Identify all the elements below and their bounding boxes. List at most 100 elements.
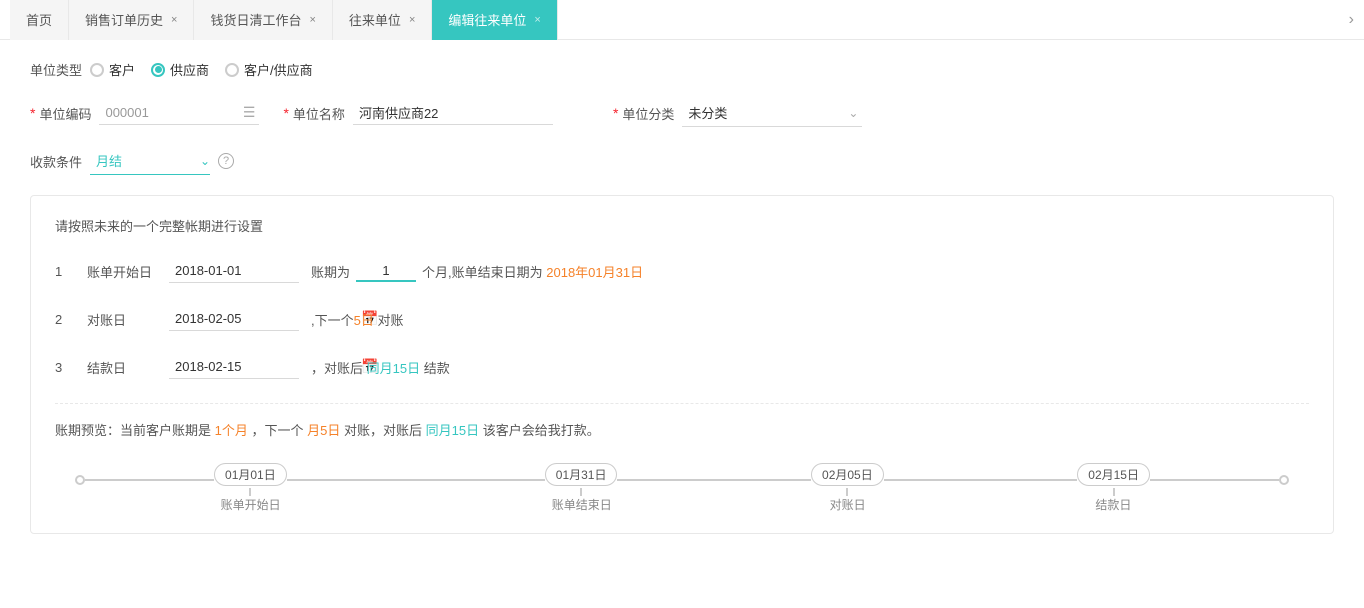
tl-badge-3: 02月05日	[811, 463, 884, 486]
preview-part5: 同月15日	[426, 423, 479, 438]
radio-both[interactable]: 客户/供应商	[225, 60, 313, 79]
tl-label-text-1: 账单开始日	[221, 496, 281, 513]
tab-partner-label: 往来单位	[349, 10, 401, 29]
period-num-3: 3	[55, 360, 75, 375]
period-month-input[interactable]	[356, 261, 416, 282]
radio-customer[interactable]: 客户	[90, 60, 135, 79]
tl-node-4-stem	[1113, 488, 1115, 496]
code-input[interactable]	[99, 101, 238, 124]
period-desc-3a: ，对账后	[311, 358, 367, 377]
tab-home-label: 首页	[26, 10, 52, 29]
tl-node-2: 01月31日	[545, 463, 618, 496]
tab-cash-work-close[interactable]: ×	[309, 14, 315, 26]
preview-part6: 该客户会给我打款。	[483, 423, 600, 438]
tabs-bar: 首页 销售订单历史 × 钱货日清工作台 × 往来单位 × 编辑往来单位 × ›	[0, 0, 1364, 40]
period-desc-3c: 结款	[420, 358, 450, 377]
tl-line-3	[617, 479, 811, 481]
tl-label-4: 结款日	[1078, 496, 1148, 513]
radio-customer-circle	[90, 63, 104, 77]
tab-cash-work-label: 钱货日清工作台	[210, 10, 301, 29]
period-desc-3b: 同月15日	[367, 358, 420, 377]
radio-supplier[interactable]: 供应商	[151, 60, 209, 79]
timeline-labels-row: 账单开始日 账单结束日 对账日 结款日	[55, 496, 1309, 513]
period-label-3: 结款日	[87, 358, 157, 377]
tl-end-dot	[1279, 475, 1289, 485]
tab-edit-partner-close[interactable]: ×	[534, 14, 540, 26]
code-name-category-row: * 单位编码 ☰ * 单位名称 * 单位分类 未分类 ⌄	[30, 99, 1334, 127]
card-header: 请按照未来的一个完整帐期进行设置	[55, 216, 1309, 235]
category-select[interactable]: 未分类 ⌄	[682, 99, 862, 127]
unit-type-radio-group: 客户 供应商 客户/供应商	[90, 60, 313, 79]
code-input-wrap: ☰	[99, 101, 259, 125]
code-copy-icon[interactable]: ☰	[239, 104, 260, 121]
tab-sales-history-close[interactable]: ×	[171, 14, 177, 26]
tl-node-4: 02月15日	[1077, 463, 1150, 496]
period-desc-suffix-1: 个月,账单结束日期为	[422, 262, 546, 281]
tl-label-3: 对账日	[813, 496, 883, 513]
period-desc-2a: ,下一个	[311, 310, 354, 329]
tl-start-dot	[75, 475, 85, 485]
radio-both-circle	[225, 63, 239, 77]
tab-partner-close[interactable]: ×	[409, 14, 415, 26]
tl-line-4	[884, 479, 1078, 481]
preview-label: 账期预览：当前客户账期是	[55, 423, 211, 438]
tl-node-1: 01月01日	[214, 463, 287, 496]
tab-partner[interactable]: 往来单位 ×	[333, 0, 432, 40]
tl-line-end	[1150, 479, 1279, 481]
tab-cash-work[interactable]: 钱货日清工作台 ×	[194, 0, 332, 40]
category-label: 单位分类	[622, 104, 674, 123]
category-required-star: *	[613, 105, 618, 121]
period-card: 请按照未来的一个完整帐期进行设置 1 账单开始日 📅 账期为 个月,账单结束日期…	[30, 195, 1334, 534]
period-label-2: 对账日	[87, 310, 157, 329]
period-date-wrap-2: 📅	[169, 307, 299, 331]
preview-part1: 1个月	[215, 423, 248, 438]
payment-chevron-icon: ⌄	[200, 154, 210, 168]
tl-node-2-stem	[580, 488, 582, 496]
code-label: 单位编码	[39, 104, 91, 123]
unit-type-row: 单位类型 客户 供应商 客户/供应商	[30, 60, 1334, 79]
period-num-2: 2	[55, 312, 75, 327]
period-desc-2c: 对账	[374, 310, 404, 329]
radio-both-label: 客户/供应商	[244, 60, 313, 79]
page-content: 单位类型 客户 供应商 客户/供应商 * 单位编码 ☰ * 单位名称 *	[0, 40, 1364, 608]
tab-expand-icon[interactable]: ›	[1339, 11, 1364, 29]
radio-supplier-circle	[151, 63, 165, 77]
period-date-wrap-1: 📅	[169, 259, 299, 283]
category-chevron-icon: ⌄	[844, 106, 862, 120]
tl-label-text-2: 账单结束日	[552, 496, 612, 513]
name-label: 单位名称	[293, 104, 345, 123]
payment-value: 月结	[90, 147, 200, 174]
name-input[interactable]	[353, 101, 553, 125]
tab-home[interactable]: 首页	[10, 0, 69, 40]
tl-label-text-4: 结款日	[1095, 496, 1131, 513]
tab-sales-history[interactable]: 销售订单历史 ×	[69, 0, 194, 40]
tl-line-2	[287, 479, 545, 481]
tl-label-1: 账单开始日	[216, 496, 286, 513]
period-date-wrap-3: 📅	[169, 355, 299, 379]
period-num-1: 1	[55, 264, 75, 279]
tab-edit-partner-label: 编辑往来单位	[448, 10, 526, 29]
radio-supplier-label: 供应商	[170, 60, 209, 79]
period-desc-2b: 5日	[354, 310, 374, 329]
tl-line-1	[85, 479, 214, 481]
tl-badge-4: 02月15日	[1077, 463, 1150, 486]
preview-text: 账期预览：当前客户账期是 1个月 ，下一个 月5日 对账，对账后 同月15日 该…	[55, 420, 1309, 439]
tab-edit-partner[interactable]: 编辑往来单位 ×	[432, 0, 557, 40]
period-row-3: 3 结款日 📅 ，对账后 同月15日 结款	[55, 355, 1309, 379]
unit-type-label: 单位类型	[30, 60, 82, 79]
period-end-date: 2018年01月31日	[546, 262, 643, 281]
tl-node-3-stem	[846, 488, 848, 496]
period-row-2: 2 对账日 📅 ,下一个 5日 对账	[55, 307, 1309, 331]
name-required-star: *	[283, 105, 288, 121]
tl-label-text-3: 对账日	[830, 496, 866, 513]
period-desc-prefix-1: 账期为	[311, 262, 350, 281]
preview-part4: 对账，对账后	[344, 423, 422, 438]
payment-help-icon[interactable]: ?	[218, 153, 234, 169]
tl-badge-2: 01月31日	[545, 463, 618, 486]
timeline-row: 01月01日 01月31日 02月05日	[55, 463, 1309, 496]
period-row-1: 1 账单开始日 📅 账期为 个月,账单结束日期为 2018年01月31日	[55, 259, 1309, 283]
payment-select[interactable]: 月结 ⌄	[90, 147, 210, 175]
code-required-star: *	[30, 105, 35, 121]
period-label-1: 账单开始日	[87, 262, 157, 281]
payment-label: 收款条件	[30, 152, 82, 171]
